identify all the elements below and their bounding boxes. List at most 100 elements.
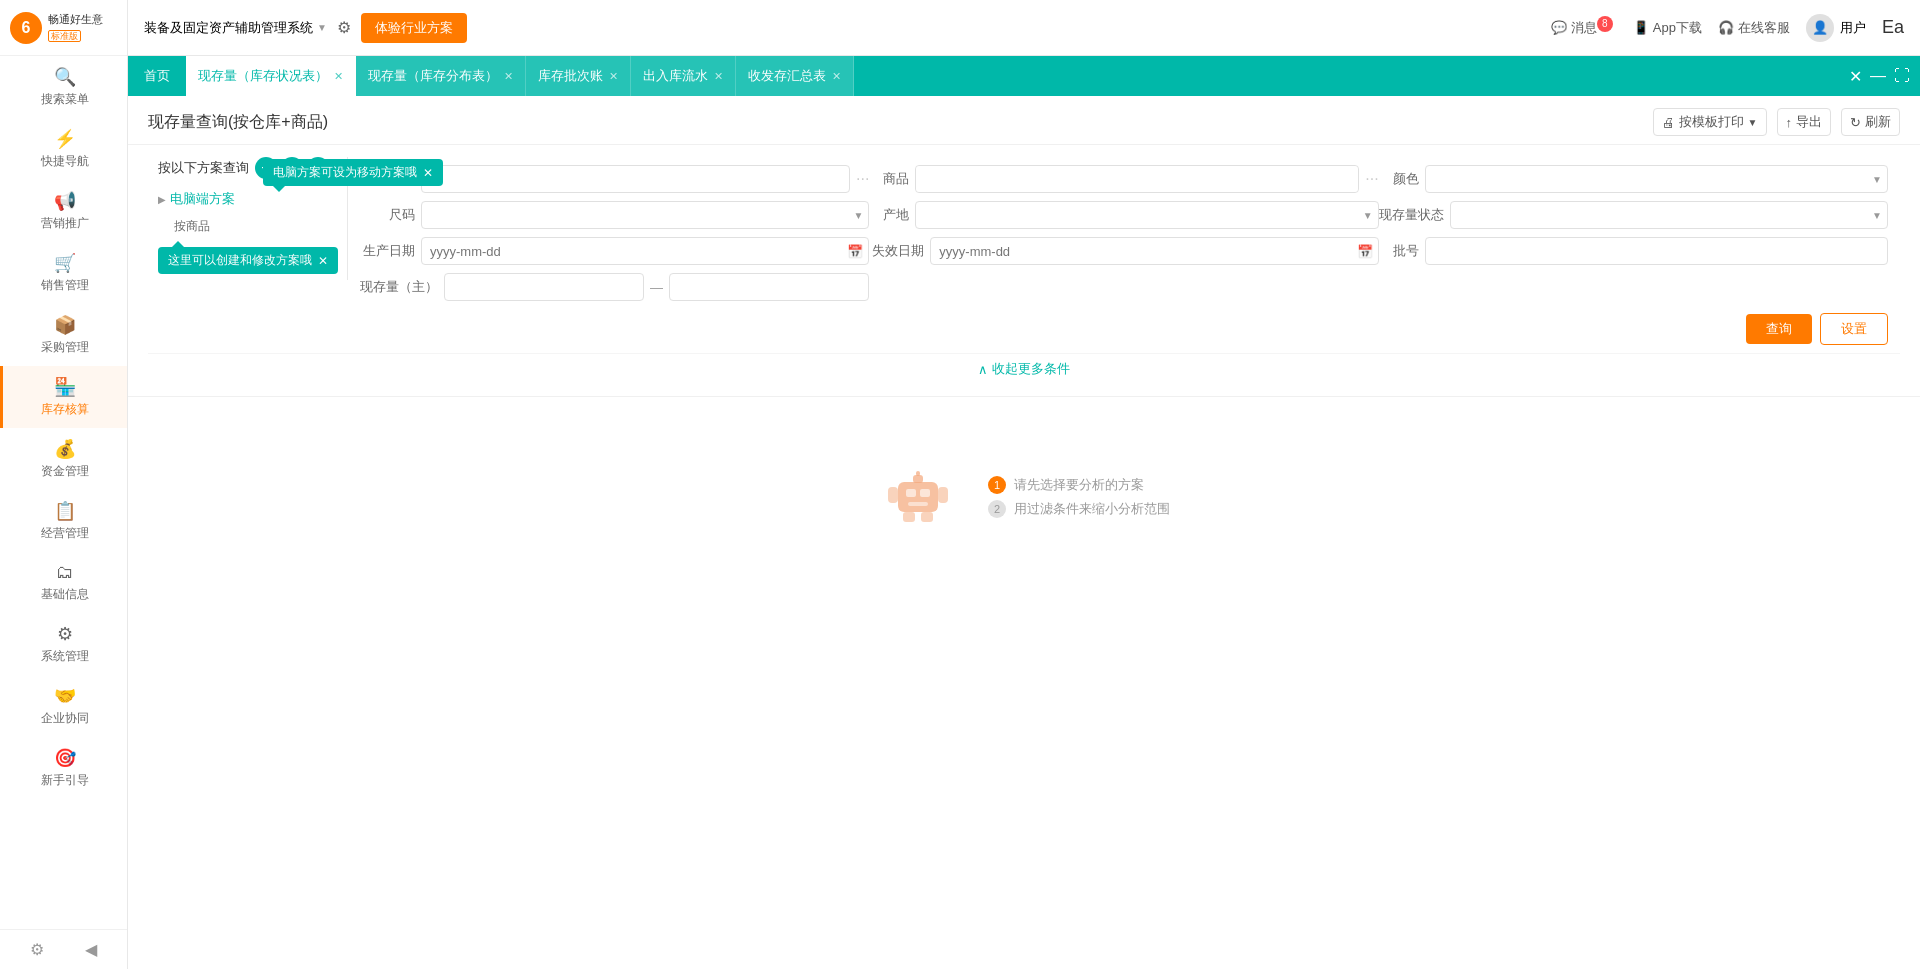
tab-batch-account[interactable]: 库存批次账 ✕: [526, 56, 631, 96]
sidebar-item-quicknav[interactable]: ⚡ 快捷导航: [0, 118, 127, 180]
phone-icon: 📱: [1633, 20, 1649, 35]
warehouse-input[interactable]: [428, 172, 843, 187]
system-selector[interactable]: 装备及固定资产辅助管理系统 ▼: [144, 19, 327, 37]
tab-recv-summary[interactable]: 收发存汇总表 ✕: [736, 56, 854, 96]
warehouse-dots[interactable]: ···: [856, 170, 869, 188]
stock-main-input-from[interactable]: [444, 273, 644, 301]
sidebar-item-guide[interactable]: 🎯 新手引导: [0, 737, 127, 799]
system-name: 装备及固定资产辅助管理系统: [144, 19, 313, 37]
sidebar-footer: ⚙ ◀: [0, 929, 127, 969]
online-service-btn[interactable]: 🎧 在线客服: [1718, 19, 1790, 37]
exp-date-calendar-icon[interactable]: 📅: [1357, 244, 1373, 259]
tab-inventory-status[interactable]: 现存量（库存状况表） ✕: [186, 56, 356, 96]
sidebar-item-search[interactable]: 🔍 搜索菜单: [0, 56, 127, 118]
size-select-wrapper: ▼: [421, 201, 869, 229]
hint-text-2: 用过滤条件来缩小分析范围: [1014, 500, 1170, 518]
hint-text-1: 请先选择要分析的方案: [1014, 476, 1144, 494]
tab-in-out-flow[interactable]: 出入库流水 ✕: [631, 56, 736, 96]
filter-form-area: 按商品 ··· 商品: [348, 157, 1900, 353]
exp-date-input[interactable]: [930, 237, 1378, 265]
page-title: 现存量查询(按仓库+商品): [148, 112, 328, 133]
logo-area: 6 畅通好生意 标准版: [0, 0, 127, 56]
sidebar-item-enterprise[interactable]: 🤝 企业协同: [0, 675, 127, 737]
reset-button[interactable]: 设置: [1820, 313, 1888, 345]
tab-close-all-btn[interactable]: ✕: [1849, 67, 1862, 86]
sidebar: 6 畅通好生意 标准版 🔍 搜索菜单 ⚡ 快捷导航 📢 营销推广 🛒 销售管理 …: [0, 0, 128, 969]
prod-date-field: 生产日期 📅: [360, 237, 869, 265]
tooltip-2-text: 这里可以创建和修改方案哦: [168, 252, 312, 269]
sidebar-item-basic[interactable]: 🗂 基础信息: [0, 552, 127, 613]
empty-hint-1: 1 请先选择要分析的方案: [988, 476, 1170, 494]
system-dropdown-icon: ▼: [317, 22, 327, 33]
refresh-btn[interactable]: ↻ 刷新: [1841, 108, 1900, 136]
tab-minimize-btn[interactable]: —: [1870, 67, 1886, 85]
stock-status-field: 现存量状态 ▼: [1379, 201, 1888, 229]
tab-maximize-btn[interactable]: ⛶: [1894, 67, 1910, 85]
print-icon: 🖨: [1662, 115, 1675, 130]
header-gear-btn[interactable]: ⚙: [337, 18, 351, 37]
tooltip-2-close[interactable]: ✕: [318, 254, 328, 268]
tooltip-1: 电脑方案可设为移动方案哦 ✕: [263, 159, 443, 186]
svg-rect-6: [888, 487, 898, 503]
sidebar-item-finance[interactable]: 💰 资金管理: [0, 428, 127, 490]
service-icon: 🎧: [1718, 20, 1734, 35]
sidebar-item-marketing[interactable]: 📢 营销推广: [0, 180, 127, 242]
stock-status-label: 现存量状态: [1379, 206, 1444, 224]
sidebar-item-operation[interactable]: 📋 经营管理: [0, 490, 127, 552]
size-field: 尺码 ▼: [360, 201, 869, 229]
print-template-btn[interactable]: 🖨 按模板打印 ▼: [1653, 108, 1767, 136]
logo-badge: 标准版: [48, 27, 103, 43]
settings-footer-btn[interactable]: ⚙: [30, 940, 44, 959]
logo-text: 畅通好生意: [48, 12, 103, 27]
finance-icon: 💰: [54, 438, 76, 460]
export-btn[interactable]: ↑ 导出: [1777, 108, 1832, 136]
tab-close-recv-summary[interactable]: ✕: [832, 70, 841, 83]
top-header: 装备及固定资产辅助管理系统 ▼ ⚙ 体验行业方案 💬 消息 8 📱 App下载 …: [128, 0, 1920, 56]
sidebar-item-sales[interactable]: 🛒 销售管理: [0, 242, 127, 304]
color-select[interactable]: [1425, 165, 1888, 193]
tab-close-batch-account[interactable]: ✕: [609, 70, 618, 83]
tooltip-1-close[interactable]: ✕: [423, 166, 433, 180]
experience-button[interactable]: 体验行业方案: [361, 13, 467, 43]
tree-item-sub-1[interactable]: 按商品: [174, 215, 337, 238]
header-right: 💬 消息 8 📱 App下载 🎧 在线客服 👤 用户 Ea: [1551, 14, 1904, 42]
query-button[interactable]: 查询: [1746, 314, 1812, 344]
export-icon: ↑: [1786, 115, 1793, 130]
product-dots[interactable]: ···: [1365, 170, 1378, 188]
enterprise-icon: 🤝: [54, 685, 76, 707]
svg-rect-4: [913, 475, 923, 483]
tab-close-in-out-flow[interactable]: ✕: [714, 70, 723, 83]
prod-date-calendar-icon[interactable]: 📅: [847, 244, 863, 259]
refresh-icon: ↻: [1850, 115, 1861, 130]
prod-date-input[interactable]: [421, 237, 869, 265]
tab-home[interactable]: 首页: [128, 56, 186, 96]
notification-count: 8: [1597, 16, 1613, 32]
product-input[interactable]: [916, 166, 1358, 192]
filter-row-2: 尺码 ▼ 产地 ▼: [348, 197, 1900, 233]
tab-close-inventory-status[interactable]: ✕: [334, 70, 343, 83]
collapse-sidebar-btn[interactable]: ◀: [85, 940, 97, 959]
tree-item-desktop[interactable]: ▶ 电脑端方案: [158, 187, 337, 211]
tooltip-1-text: 电脑方案可设为移动方案哦: [273, 164, 417, 181]
batch-label: 批号: [1379, 242, 1419, 260]
svg-rect-5: [916, 471, 920, 476]
user-info[interactable]: 👤 用户: [1806, 14, 1866, 42]
stock-status-select[interactable]: [1450, 201, 1888, 229]
user-label: 用户: [1840, 19, 1866, 37]
sidebar-item-purchase[interactable]: 📦 采购管理: [0, 304, 127, 366]
purchase-icon: 📦: [54, 314, 76, 336]
size-label: 尺码: [360, 206, 415, 224]
batch-input[interactable]: [1425, 237, 1888, 265]
tab-inventory-dist[interactable]: 现存量（库存分布表） ✕: [356, 56, 526, 96]
size-select[interactable]: [421, 201, 869, 229]
empty-hint-2: 2 用过滤条件来缩小分析范围: [988, 500, 1170, 518]
stock-main-input-to[interactable]: [669, 273, 869, 301]
collapse-btn[interactable]: ∧ 收起更多条件: [978, 360, 1070, 378]
notification-btn[interactable]: 💬 消息 8: [1551, 19, 1617, 37]
sales-icon: 🛒: [54, 252, 76, 274]
origin-select[interactable]: [915, 201, 1378, 229]
tab-close-inventory-dist[interactable]: ✕: [504, 70, 513, 83]
app-download-btn[interactable]: 📱 App下载: [1633, 19, 1702, 37]
sidebar-item-system[interactable]: ⚙ 系统管理: [0, 613, 127, 675]
sidebar-item-inventory[interactable]: 🏪 库存核算: [0, 366, 127, 428]
